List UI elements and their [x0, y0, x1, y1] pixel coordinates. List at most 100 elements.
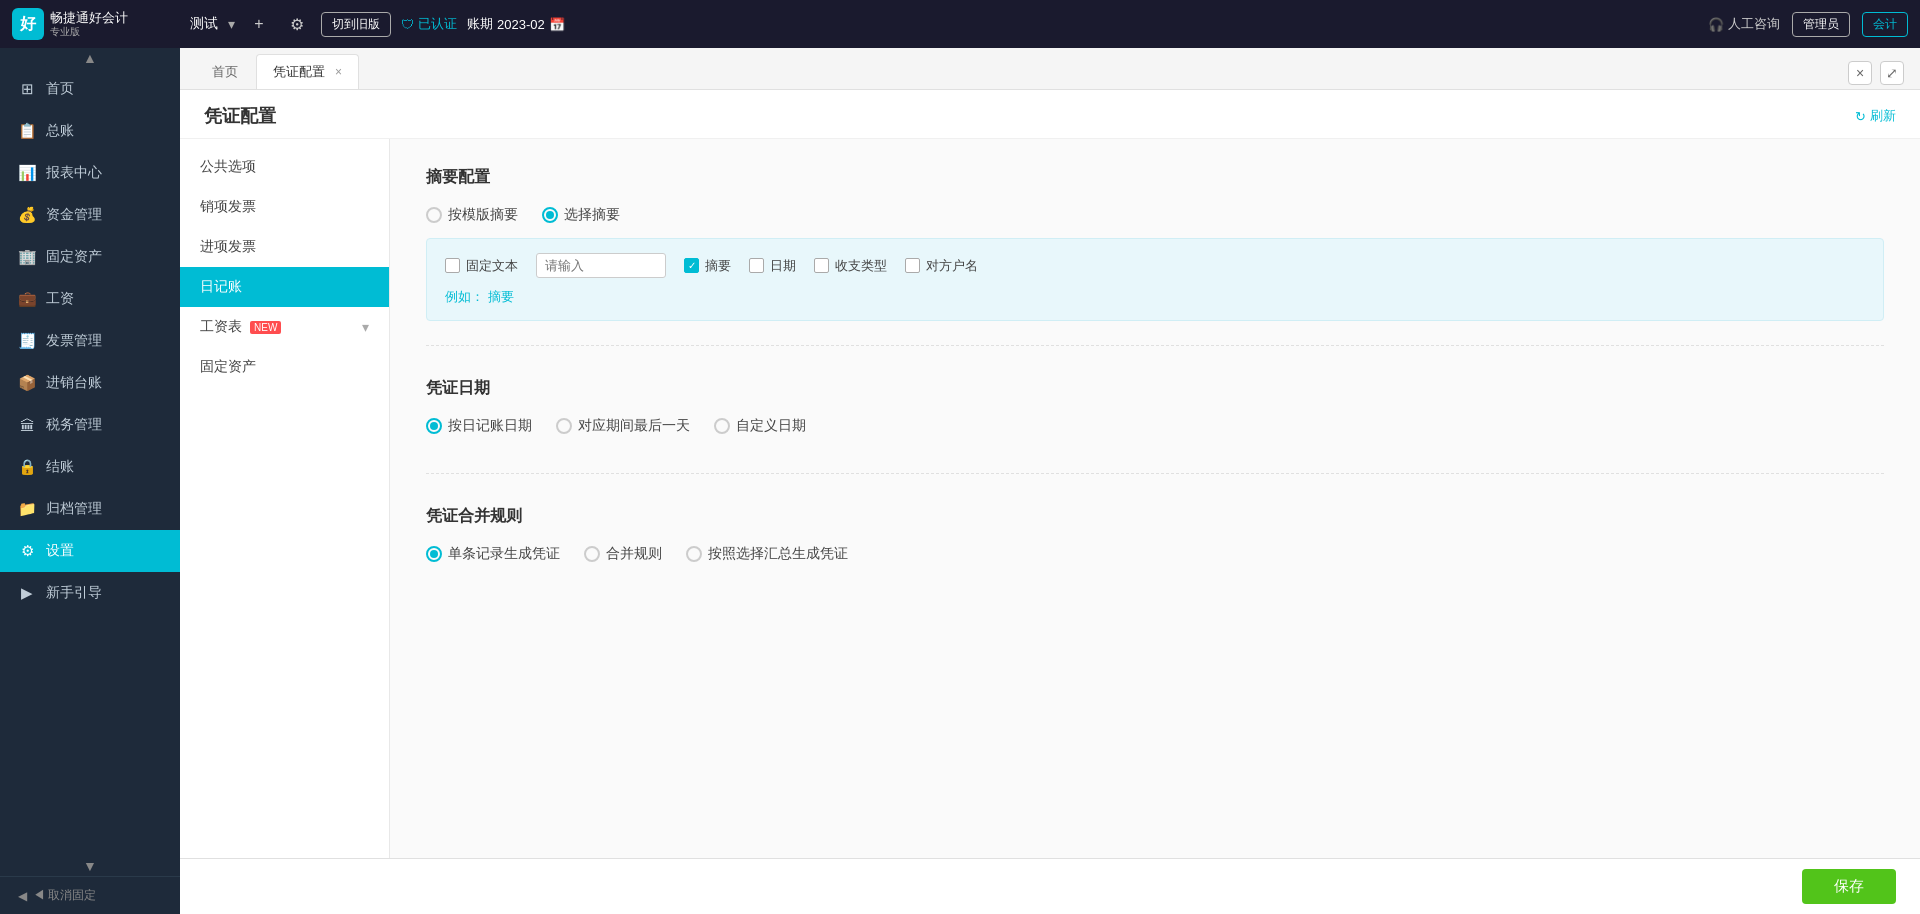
checkbox-counterpart[interactable]: 对方户名	[905, 257, 978, 275]
sidebar-item-purchase[interactable]: 📦 进销台账	[0, 362, 180, 404]
left-nav-sales-invoice[interactable]: 销项发票	[180, 187, 389, 227]
sidebar-scroll-down[interactable]: ▼	[0, 856, 180, 876]
sidebar-item-guide[interactable]: ▶ 新手引导	[0, 572, 180, 614]
radio-custom-date[interactable]: 自定义日期	[714, 417, 806, 435]
radio-label-template: 按模版摘要	[448, 206, 518, 224]
radio-select-merge[interactable]: 按照选择汇总生成凭证	[686, 545, 848, 563]
sidebar-item-archive[interactable]: 📁 归档管理	[0, 488, 180, 530]
radio-circle-journal-date	[426, 418, 442, 434]
bottom-bar: 保存	[180, 858, 1920, 914]
radio-template-abstract[interactable]: 按模版摘要	[426, 206, 518, 224]
left-nav-sales-label: 销项发票	[200, 198, 256, 214]
sidebar-label-home: 首页	[46, 80, 74, 98]
add-button[interactable]: +	[245, 10, 273, 38]
right-config: 摘要配置 按模版摘要 选择摘要	[390, 139, 1920, 858]
sidebar-item-salary[interactable]: 💼 工资	[0, 278, 180, 320]
logo-text: 畅捷通好会计 专业版	[50, 10, 128, 38]
checkbox-box-fixed-text	[445, 258, 460, 273]
checkbox-box-date	[749, 258, 764, 273]
headset-icon: 🎧	[1708, 17, 1724, 32]
checkbox-payment-type[interactable]: 收支类型	[814, 257, 887, 275]
left-nav-journal[interactable]: 日记账	[180, 267, 389, 307]
tab-close-button[interactable]: ×	[1848, 61, 1872, 85]
save-button[interactable]: 保存	[1802, 869, 1896, 904]
merge-config-section: 凭证合并规则 单条记录生成凭证 合并规则	[426, 506, 1884, 601]
consult-button[interactable]: 🎧 人工咨询	[1708, 15, 1780, 33]
sidebar-item-finance[interactable]: 💰 资金管理	[0, 194, 180, 236]
page-title: 凭证配置	[204, 104, 276, 128]
content-area: 首页 凭证配置 × × ⤢ 凭证配置 ↻ 刷新	[180, 48, 1920, 914]
home-icon: ⊞	[18, 80, 36, 98]
collapse-label: ◀ 取消固定	[33, 887, 96, 904]
settings-icon-button[interactable]: ⚙	[283, 10, 311, 38]
checkbox-box-counterpart	[905, 258, 920, 273]
checkbox-fixed-text[interactable]: 固定文本	[445, 257, 518, 275]
sidebar: ▲ ⊞ 首页 📋 总账 📊 报表中心 💰 资金管理 🏢 固定资产	[0, 48, 180, 914]
sidebar-scroll: ⊞ 首页 📋 总账 📊 报表中心 💰 资金管理 🏢 固定资产 💼 工资	[0, 68, 180, 856]
refresh-label: 刷新	[1870, 107, 1896, 125]
refresh-icon: ↻	[1855, 109, 1866, 124]
sidebar-label-close: 结账	[46, 458, 74, 476]
sidebar-item-assets[interactable]: 🏢 固定资产	[0, 236, 180, 278]
tab-close-icon[interactable]: ×	[335, 65, 342, 79]
main-layout: ▲ ⊞ 首页 📋 总账 📊 报表中心 💰 资金管理 🏢 固定资产	[0, 48, 1920, 914]
accountant-button[interactable]: 会计	[1862, 12, 1908, 37]
ledger-icon: 📋	[18, 122, 36, 140]
certified-label: 已认证	[418, 15, 457, 33]
sidebar-label-guide: 新手引导	[46, 584, 102, 602]
abstract-checkboxes: 固定文本 ✓ 摘要 日期	[445, 253, 1865, 278]
radio-single-record[interactable]: 单条记录生成凭证	[426, 545, 560, 563]
checkbox-summary[interactable]: ✓ 摘要	[684, 257, 731, 275]
tab-voucher-config[interactable]: 凭证配置 ×	[256, 54, 359, 89]
radio-label-merge-rule: 合并规则	[606, 545, 662, 563]
period-info: 账期 2023-02 📅	[467, 15, 565, 33]
date-radio-group: 按日记账日期 对应期间最后一天 自定义日期	[426, 417, 1884, 435]
payroll-arrow-icon: ▾	[362, 319, 369, 335]
period-value: 2023-02	[497, 17, 545, 32]
checkbox-label-counterpart: 对方户名	[926, 257, 978, 275]
sidebar-item-home[interactable]: ⊞ 首页	[0, 68, 180, 110]
checkbox-label-payment-type: 收支类型	[835, 257, 887, 275]
sidebar-item-ledger[interactable]: 📋 总账	[0, 110, 180, 152]
sidebar-item-settings[interactable]: ⚙ 设置	[0, 530, 180, 572]
fixed-text-input[interactable]	[536, 253, 666, 278]
left-nav: 公共选项 销项发票 进项发票 日记账 工资表 NEW ▾	[180, 139, 390, 858]
project-title: 测试	[190, 15, 218, 33]
left-nav-purchase-invoice[interactable]: 进项发票	[180, 227, 389, 267]
radio-merge-rule[interactable]: 合并规则	[584, 545, 662, 563]
sidebar-item-tax[interactable]: 🏛 税务管理	[0, 404, 180, 446]
left-nav-public[interactable]: 公共选项	[180, 147, 389, 187]
radio-label-custom-date: 自定义日期	[736, 417, 806, 435]
dropdown-arrow-icon[interactable]: ▾	[228, 16, 235, 32]
sidebar-item-reports[interactable]: 📊 报表中心	[0, 152, 180, 194]
radio-label-single-record: 单条记录生成凭证	[448, 545, 560, 563]
checkbox-label-fixed-text: 固定文本	[466, 257, 518, 275]
left-nav-public-label: 公共选项	[200, 158, 256, 174]
sidebar-label-tax: 税务管理	[46, 416, 102, 434]
radio-journal-date[interactable]: 按日记账日期	[426, 417, 532, 435]
sidebar-item-close[interactable]: 🔒 结账	[0, 446, 180, 488]
tab-expand-button[interactable]: ⤢	[1880, 61, 1904, 85]
left-nav-payroll[interactable]: 工资表 NEW ▾	[180, 307, 389, 347]
topbar-right: 🎧 人工咨询 管理员 会计	[1708, 12, 1908, 37]
sidebar-collapse-button[interactable]: ◀ ◀ 取消固定	[0, 876, 180, 914]
logo-icon: 好	[12, 8, 44, 40]
page-header: 凭证配置 ↻ 刷新	[180, 90, 1920, 139]
radio-select-abstract[interactable]: 选择摘要	[542, 206, 620, 224]
calendar-icon[interactable]: 📅	[549, 17, 565, 32]
tab-home[interactable]: 首页	[196, 55, 254, 89]
checkbox-date[interactable]: 日期	[749, 257, 796, 275]
radio-label-select-merge: 按照选择汇总生成凭证	[708, 545, 848, 563]
radio-label-last-day: 对应期间最后一天	[578, 417, 690, 435]
refresh-button[interactable]: ↻ 刷新	[1855, 107, 1896, 125]
radio-last-day[interactable]: 对应期间最后一天	[556, 417, 690, 435]
left-nav-journal-label: 日记账	[200, 278, 242, 294]
sidebar-item-invoice[interactable]: 🧾 发票管理	[0, 320, 180, 362]
date-section-title: 凭证日期	[426, 378, 1884, 399]
sidebar-scroll-up[interactable]: ▲	[0, 48, 180, 68]
admin-button[interactable]: 管理员	[1792, 12, 1850, 37]
certified-badge: 🛡 已认证	[401, 15, 457, 33]
abstract-config-section: 摘要配置 按模版摘要 选择摘要	[426, 167, 1884, 346]
switch-version-button[interactable]: 切到旧版	[321, 12, 391, 37]
left-nav-fixed-assets[interactable]: 固定资产	[180, 347, 389, 387]
